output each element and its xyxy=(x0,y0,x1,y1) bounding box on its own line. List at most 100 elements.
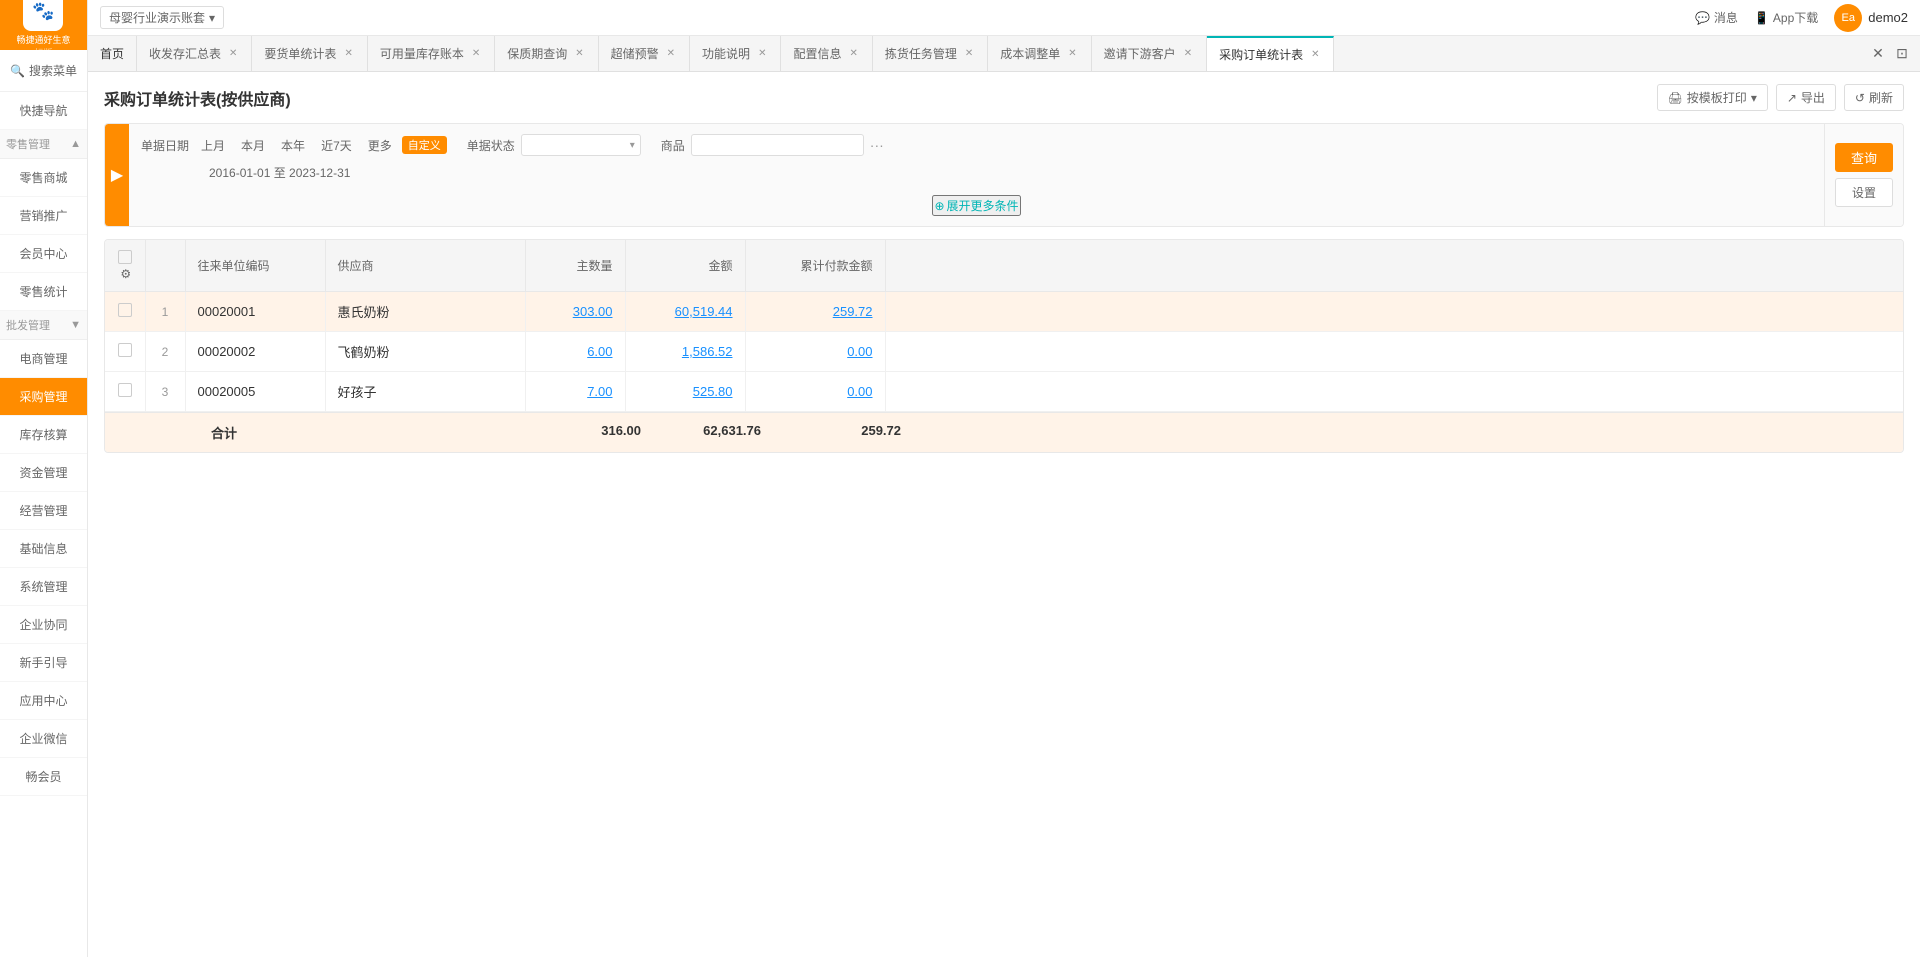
table-row: 1 00020001 惠氏奶粉 303.00 60,519.44 259.72 xyxy=(105,292,1903,332)
sidebar-item-enterprise-wechat[interactable]: 企业微信 xyxy=(0,720,87,758)
workspace-selector[interactable]: 母婴行业演示账套 ▾ xyxy=(100,6,224,29)
refresh-button[interactable]: ↺ 刷新 xyxy=(1844,84,1904,111)
settings-button[interactable]: 设置 xyxy=(1835,178,1893,207)
date-btn-last-month[interactable]: 上月 xyxy=(195,135,231,156)
print-icon: 🖨 xyxy=(1668,91,1683,105)
sidebar-item-enterprise[interactable]: 企业协同 xyxy=(0,606,87,644)
refresh-label: 刷新 xyxy=(1869,89,1893,106)
message-button[interactable]: 💬 消息 xyxy=(1695,9,1738,26)
refresh-icon: ↺ xyxy=(1855,91,1865,105)
tab-goods-stats-close[interactable]: ✕ xyxy=(342,46,354,61)
date-filter-label: 单据日期 xyxy=(141,137,189,154)
cell-supplier: 惠氏奶粉 xyxy=(325,292,525,332)
sidebar-item-system[interactable]: 系统管理 xyxy=(0,568,87,606)
tab-home[interactable]: 首页 xyxy=(88,36,137,72)
sidebar-item-retail-store[interactable]: 零售商城 xyxy=(0,159,87,197)
tab-expiry-query[interactable]: 保质期查询 ✕ xyxy=(495,36,598,72)
sidebar-item-app-center[interactable]: 应用中心 xyxy=(0,682,87,720)
window-close-button[interactable]: ✕ xyxy=(1870,46,1886,62)
tab-purchase-stats[interactable]: 采购订单统计表 ✕ xyxy=(1207,36,1334,72)
tab-pick-task-label: 拣货任务管理 xyxy=(885,45,957,62)
date-custom-tag: 自定义 xyxy=(402,136,447,154)
cell-checkbox xyxy=(105,372,145,412)
query-button[interactable]: 查询 xyxy=(1835,143,1893,172)
th-amount: 金额 xyxy=(625,240,745,292)
tab-collect-send[interactable]: 收发存汇总表 ✕ xyxy=(137,36,252,72)
tabs-bar: 首页 收发存汇总表 ✕ 要货单统计表 ✕ 可用量库存账本 ✕ 保质期查询 ✕ 超… xyxy=(88,36,1920,72)
sidebar-item-ecommerce[interactable]: 电商管理 xyxy=(0,340,87,378)
finance-label: 资金管理 xyxy=(19,464,67,481)
tab-cost-adjust-close[interactable]: ✕ xyxy=(1066,46,1078,61)
wholesale-arrow-icon: ▼ xyxy=(70,319,81,331)
date-btn-this-month[interactable]: 本月 xyxy=(235,135,271,156)
tab-function-desc-close[interactable]: ✕ xyxy=(756,46,768,61)
tab-collect-send-close[interactable]: ✕ xyxy=(227,46,239,61)
date-btn-this-year[interactable]: 本年 xyxy=(275,135,311,156)
header-checkbox[interactable] xyxy=(118,250,132,264)
cell-qty: 7.00 xyxy=(525,372,625,412)
tab-config-info-label: 配置信息 xyxy=(793,45,841,62)
tab-purchase-stats-close[interactable]: ✕ xyxy=(1309,47,1321,62)
sidebar-item-quick-nav[interactable]: 快捷导航 xyxy=(0,92,87,130)
row-checkbox[interactable] xyxy=(118,343,132,357)
row-checkbox[interactable] xyxy=(118,383,132,397)
sidebar-item-retail-stats[interactable]: 零售统计 xyxy=(0,273,87,311)
tab-inventory-account[interactable]: 可用量库存账本 ✕ xyxy=(368,36,495,72)
tab-overstock-warning[interactable]: 超储预警 ✕ xyxy=(599,36,690,72)
sidebar-item-inventory[interactable]: 库存核算 xyxy=(0,416,87,454)
tab-invite-downstream[interactable]: 邀请下游客户 ✕ xyxy=(1092,36,1207,72)
cell-checkbox xyxy=(105,332,145,372)
table-row: 3 00020005 好孩子 7.00 525.80 0.00 xyxy=(105,372,1903,412)
app-center-label: 应用中心 xyxy=(19,692,67,709)
window-controls: ✕ ⊡ xyxy=(1860,46,1920,62)
tab-cost-adjust[interactable]: 成本调整单 ✕ xyxy=(988,36,1091,72)
sidebar-item-retail-mgmt[interactable]: 零售管理 ▲ xyxy=(0,130,87,159)
tab-goods-stats-label: 要货单统计表 xyxy=(264,45,336,62)
cell-extra xyxy=(885,332,1903,372)
expand-more-button[interactable]: ⊕ 展开更多条件 xyxy=(932,195,1020,216)
row-checkbox[interactable] xyxy=(118,303,132,317)
export-label: 导出 xyxy=(1801,89,1825,106)
user-profile[interactable]: Ea demo2 xyxy=(1834,4,1908,32)
tab-overstock-warning-close[interactable]: ✕ xyxy=(665,46,677,61)
data-table-container: ⚙ 往来单位编码 供应商 主数量 金额 累计付款金额 1 xyxy=(104,239,1904,453)
search-menu-button[interactable]: 🔍 搜索菜单 xyxy=(6,58,81,83)
sidebar-item-marketing[interactable]: 营销推广 xyxy=(0,197,87,235)
settings-gear-icon[interactable]: ⚙ xyxy=(120,267,131,281)
tab-function-desc[interactable]: 功能说明 ✕ xyxy=(690,36,781,72)
sidebar-item-basic-info[interactable]: 基础信息 xyxy=(0,530,87,568)
search-menu-label: 搜索菜单 xyxy=(29,62,77,79)
filter-collapse-button[interactable]: ▶ xyxy=(105,124,129,226)
sidebar-item-operations[interactable]: 经营管理 xyxy=(0,492,87,530)
goods-more-icon[interactable]: ··· xyxy=(870,137,884,153)
tab-cost-adjust-label: 成本调整单 xyxy=(1000,45,1060,62)
sidebar-item-vip[interactable]: 畅会员 xyxy=(0,758,87,796)
th-checkbox: ⚙ xyxy=(105,240,145,292)
tab-goods-stats[interactable]: 要货单统计表 ✕ xyxy=(252,36,367,72)
tab-inventory-account-close[interactable]: ✕ xyxy=(470,46,482,61)
tab-invite-downstream-close[interactable]: ✕ xyxy=(1182,46,1194,61)
date-btn-last-7-days[interactable]: 近7天 xyxy=(315,135,358,156)
print-button[interactable]: 🖨 按模板打印 ▾ xyxy=(1657,84,1768,111)
tab-config-info[interactable]: 配置信息 ✕ xyxy=(781,36,872,72)
sidebar-item-finance[interactable]: 资金管理 xyxy=(0,454,87,492)
sidebar-item-purchase[interactable]: 采购管理 xyxy=(0,378,87,416)
tab-expiry-query-label: 保质期查询 xyxy=(507,45,567,62)
sidebar-item-new-guide[interactable]: 新手引导 xyxy=(0,644,87,682)
system-label: 系统管理 xyxy=(19,578,67,595)
status-select[interactable] xyxy=(521,134,641,156)
date-btn-more[interactable]: 更多 xyxy=(362,135,398,156)
sidebar-item-wholesale[interactable]: 批发管理 ▼ xyxy=(0,311,87,340)
app-download-button[interactable]: 📱 App下载 xyxy=(1754,9,1818,26)
window-maximize-button[interactable]: ⊡ xyxy=(1894,46,1910,62)
sidebar-item-member-center[interactable]: 会员中心 xyxy=(0,235,87,273)
app-download-label: App下载 xyxy=(1773,9,1818,26)
footer-paid: 259.72 xyxy=(761,423,901,442)
goods-input[interactable] xyxy=(691,134,864,156)
tab-pick-task[interactable]: 拣货任务管理 ✕ xyxy=(873,36,988,72)
tab-pick-task-close[interactable]: ✕ xyxy=(963,46,975,61)
export-button[interactable]: ↗ 导出 xyxy=(1776,84,1836,111)
cell-code: 00020005 xyxy=(185,372,325,412)
tab-expiry-query-close[interactable]: ✕ xyxy=(573,46,585,61)
tab-config-info-close[interactable]: ✕ xyxy=(847,46,859,61)
